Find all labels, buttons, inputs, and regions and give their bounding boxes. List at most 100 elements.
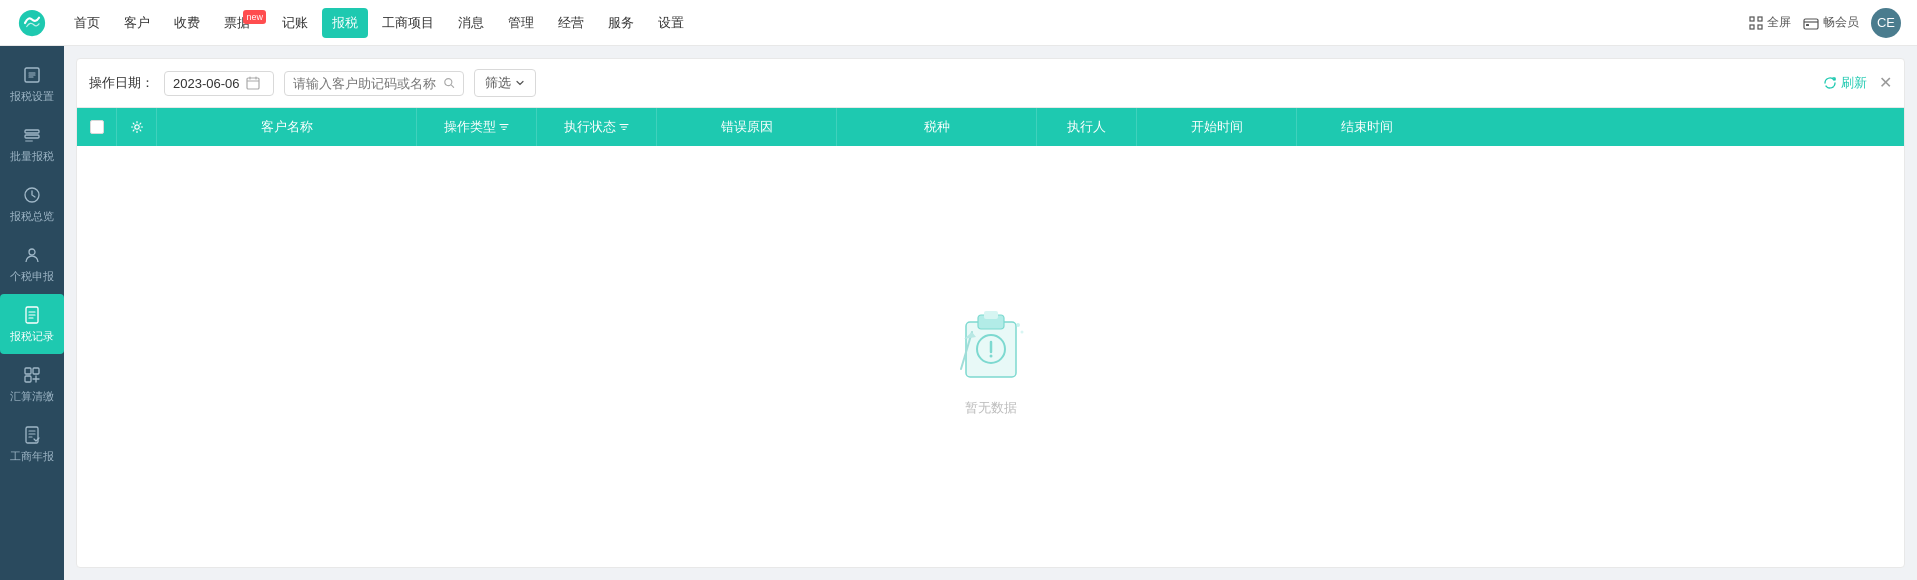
fullscreen-label: 全屏	[1767, 14, 1791, 31]
toolbar: 操作日期： 2023-06-06 筛选 刷新	[77, 59, 1904, 108]
refresh-label: 刷新	[1841, 74, 1867, 92]
date-input[interactable]: 2023-06-06	[164, 71, 274, 96]
sidebar-item-tax-settings[interactable]: 报税设置	[0, 54, 64, 114]
svg-point-12	[29, 249, 35, 255]
date-value: 2023-06-06	[173, 76, 240, 91]
sidebar-label-tax-settings: 报税设置	[10, 89, 54, 104]
annual-report-icon	[21, 424, 43, 446]
th-client-name: 客户名称	[157, 108, 417, 146]
empty-icon	[946, 297, 1036, 387]
svg-rect-5	[1804, 19, 1818, 29]
sidebar-label-tax-record: 报税记录	[10, 329, 54, 344]
member-btn[interactable]: 畅会员	[1803, 14, 1859, 31]
svg-rect-15	[33, 368, 39, 374]
table-body: 暂无数据	[77, 146, 1904, 567]
sidebar-label-personal-tax: 个税申报	[10, 269, 54, 284]
sidebar-item-personal-tax[interactable]: 个税申报	[0, 234, 64, 294]
filter-btn[interactable]: 筛选	[474, 69, 536, 97]
top-nav-right: 全屏 畅会员 CE	[1749, 8, 1901, 38]
svg-rect-23	[984, 311, 998, 319]
search-icon	[443, 76, 455, 90]
table-container: 操作日期： 2023-06-06 筛选 刷新	[76, 58, 1905, 568]
sidebar-label-annual-report: 工商年报	[10, 449, 54, 464]
settings-gear-icon	[130, 120, 144, 134]
new-badge: new	[243, 10, 266, 24]
filter-icon-status	[619, 122, 629, 132]
nav-menu: 首页 客户 收费 票据 new 记账 报税 工商项目 消息 管理 经营 服务 设…	[64, 8, 1749, 38]
sidebar-item-tax-summary[interactable]: 报税总览	[0, 174, 64, 234]
sidebar-label-reconcile: 汇算清缴	[10, 389, 54, 404]
svg-rect-16	[25, 376, 31, 382]
th-start-time: 开始时间	[1137, 108, 1297, 146]
fullscreen-btn[interactable]: 全屏	[1749, 14, 1791, 31]
sidebar: 报税设置 批量报税 报税总览 个税申报 报税记录	[0, 46, 64, 580]
svg-point-29	[1016, 323, 1020, 327]
sidebar-label-batch-tax: 批量报税	[10, 149, 54, 164]
search-box[interactable]	[284, 71, 464, 96]
nav-item-operation[interactable]: 经营	[548, 8, 594, 38]
close-btn[interactable]: ✕	[1879, 75, 1892, 91]
empty-text: 暂无数据	[965, 399, 1017, 417]
refresh-btn[interactable]: 刷新	[1823, 74, 1867, 92]
top-nav: 首页 客户 收费 票据 new 记账 报税 工商项目 消息 管理 经营 服务 设…	[0, 0, 1917, 46]
svg-rect-8	[25, 130, 39, 133]
nav-item-settings[interactable]: 设置	[648, 8, 694, 38]
member-label: 畅会员	[1823, 14, 1859, 31]
avatar[interactable]: CE	[1871, 8, 1901, 38]
svg-point-26	[989, 354, 992, 357]
tax-record-icon	[21, 304, 43, 326]
sidebar-item-annual-report[interactable]: 工商年报	[0, 414, 64, 474]
nav-item-home[interactable]: 首页	[64, 8, 110, 38]
nav-item-message[interactable]: 消息	[448, 8, 494, 38]
filter-label: 筛选	[485, 74, 511, 92]
calendar-icon	[246, 76, 260, 90]
svg-rect-18	[247, 78, 259, 89]
th-executor: 执行人	[1037, 108, 1137, 146]
search-input[interactable]	[293, 76, 437, 91]
th-error-reason: 错误原因	[657, 108, 837, 146]
empty-state: 暂无数据	[946, 297, 1036, 417]
table-header: 客户名称 操作类型 执行状态 错误原因 税种 执行人 开始时间 结束时间	[77, 108, 1904, 146]
th-tax-type: 税种	[837, 108, 1037, 146]
th-op-type[interactable]: 操作类型	[417, 108, 537, 146]
svg-rect-1	[1750, 17, 1754, 21]
sidebar-item-reconcile[interactable]: 汇算清缴	[0, 354, 64, 414]
svg-point-19	[444, 79, 451, 86]
svg-rect-2	[1758, 17, 1762, 21]
personal-tax-icon	[21, 244, 43, 266]
sidebar-label-tax-summary: 报税总览	[10, 209, 54, 224]
th-exec-status[interactable]: 执行状态	[537, 108, 657, 146]
svg-rect-3	[1750, 25, 1754, 29]
sidebar-item-batch-tax[interactable]: 批量报税	[0, 114, 64, 174]
main-layout: 报税设置 批量报税 报税总览 个税申报 报税记录	[0, 46, 1917, 580]
th-end-time: 结束时间	[1297, 108, 1437, 146]
nav-item-manage[interactable]: 管理	[498, 8, 544, 38]
svg-rect-9	[25, 135, 39, 138]
th-settings[interactable]	[117, 108, 157, 146]
header-checkbox[interactable]	[90, 120, 104, 134]
nav-item-invoice[interactable]: 票据 new	[214, 8, 268, 38]
th-checkbox[interactable]	[77, 108, 117, 146]
batch-tax-icon	[21, 124, 43, 146]
svg-rect-14	[25, 368, 31, 374]
svg-rect-4	[1758, 25, 1762, 29]
nav-item-biz[interactable]: 工商项目	[372, 8, 444, 38]
chevron-down-icon	[515, 78, 525, 88]
nav-item-fee[interactable]: 收费	[164, 8, 210, 38]
nav-item-account[interactable]: 记账	[272, 8, 318, 38]
nav-item-client[interactable]: 客户	[114, 8, 160, 38]
svg-rect-6	[1806, 24, 1809, 26]
date-label: 操作日期：	[89, 74, 154, 92]
svg-point-20	[134, 125, 138, 129]
toolbar-right: 刷新 ✕	[1823, 74, 1892, 92]
tax-summary-icon	[21, 184, 43, 206]
sidebar-item-tax-record[interactable]: 报税记录	[0, 294, 64, 354]
nav-item-tax[interactable]: 报税	[322, 8, 368, 38]
filter-icon-op	[499, 122, 509, 132]
nav-item-service[interactable]: 服务	[598, 8, 644, 38]
svg-rect-10	[25, 140, 33, 142]
reconcile-icon	[21, 364, 43, 386]
app-logo[interactable]	[16, 7, 48, 39]
tax-settings-icon	[21, 64, 43, 86]
content-area: 操作日期： 2023-06-06 筛选 刷新	[64, 46, 1917, 580]
